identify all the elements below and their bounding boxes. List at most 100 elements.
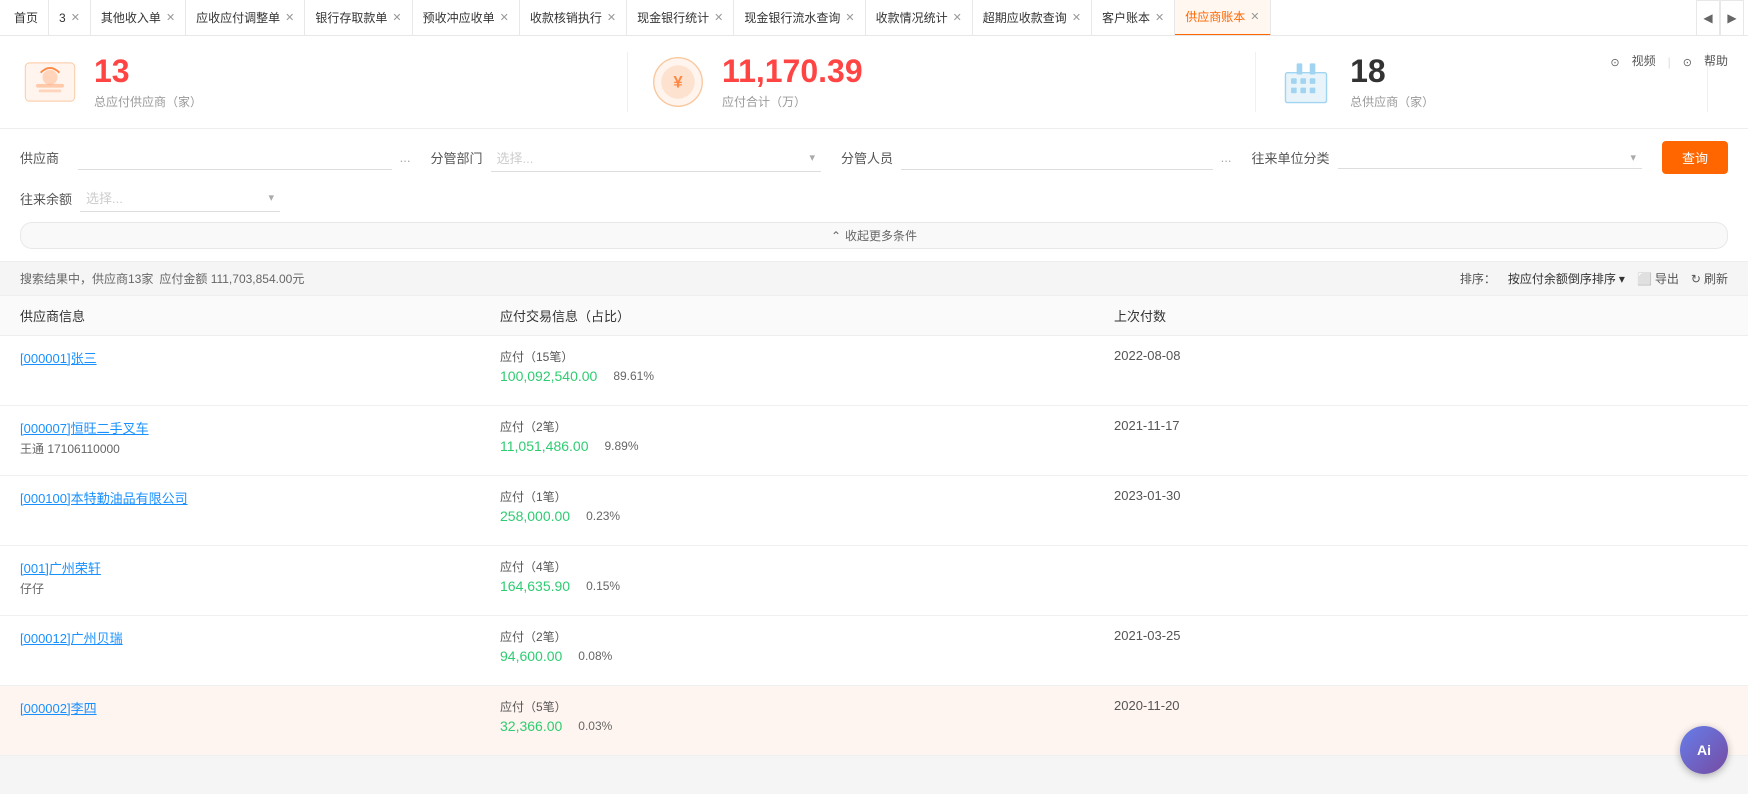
supplier-info-cell: [000012]广州贝瑞 — [20, 628, 500, 647]
table-row: [000001]张三 应付（15笔） 100,092,540.00 89.61%… — [0, 336, 1748, 406]
supplier-contact: 王通 17106110000 — [20, 440, 500, 457]
supplier-link[interactable]: [000002]李四 — [20, 701, 97, 716]
payable-supplier-count: 13 — [94, 54, 202, 89]
nav-tab-other-income[interactable]: 其他收入单 ✕ — [91, 0, 186, 36]
help-link[interactable]: 帮助 — [1704, 52, 1728, 69]
nav-tab-supplier-book[interactable]: 供应商账本 ✕ — [1175, 0, 1270, 36]
close-icon[interactable]: ✕ — [1155, 11, 1164, 24]
nav-tab-other-income-label: 其他收入单 — [101, 9, 161, 26]
supplier-table: 供应商信息 应付交易信息（占比） 上次付数 [000001]张三 应付（15笔）… — [0, 295, 1748, 756]
payable-total-label: 应付合计（万） — [722, 93, 863, 110]
nav-tab-3-label: 3 — [59, 11, 66, 25]
payable-total-amount: 11,170.39 — [722, 54, 863, 89]
supplier-link[interactable]: [000001]张三 — [20, 351, 97, 366]
nav-tab-payment-verify[interactable]: 收款核销执行 ✕ — [520, 0, 627, 36]
supplier-link[interactable]: [000100]本特勤油品有限公司 — [20, 491, 188, 506]
sort-label: 排序： — [1460, 270, 1496, 287]
close-icon[interactable]: ✕ — [500, 11, 509, 24]
nav-tab-bank-deposit[interactable]: 银行存取款单 ✕ — [305, 0, 412, 36]
nav-tab-cash-bank-stat-label: 现金银行统计 — [637, 9, 709, 26]
supplier-link[interactable]: [001]广州荣轩 — [20, 561, 101, 576]
nav-tab-collect-stat[interactable]: 收款情况统计 ✕ — [866, 0, 973, 36]
dept-select-placeholder: 选择... — [497, 148, 534, 167]
filter-row-1: 供应商 ... 分管部门 选择... ▾ 分管人员 ... 往来单位分类 ▾ — [20, 141, 1728, 174]
chevron-down-icon: ▾ — [809, 151, 815, 164]
supplier-link[interactable]: [000012]广州贝瑞 — [20, 631, 123, 646]
nav-tab-cash-bank-flow[interactable]: 现金银行流水查询 ✕ — [734, 0, 865, 36]
nav-next-button[interactable]: ▶ — [1720, 0, 1744, 36]
results-summary-text: 搜索结果中，供应商13家 — [20, 270, 153, 287]
ai-button[interactable]: Ai — [1680, 726, 1728, 774]
video-link[interactable]: 视频 — [1632, 52, 1656, 69]
person-input[interactable] — [901, 146, 1213, 170]
filter-row-2: 往来余额 选择... ▾ — [20, 184, 1728, 212]
trans-amount: 32,366.00 — [500, 718, 562, 734]
close-icon[interactable]: ✕ — [1250, 10, 1259, 23]
trans-row: 11,051,486.00 9.89% — [500, 438, 1114, 454]
dept-select[interactable]: 选择... ▾ — [491, 144, 821, 172]
trans-row: 32,366.00 0.03% — [500, 718, 1114, 734]
close-icon[interactable]: ✕ — [714, 11, 723, 24]
collapse-button-label: 收起更多条件 — [845, 227, 917, 244]
chevron-up-icon: ⌃ — [831, 229, 841, 243]
close-icon[interactable]: ✕ — [953, 11, 962, 24]
supplier-ellipsis-icon[interactable]: ... — [400, 150, 411, 165]
col-header-last-payment: 上次付数 — [1114, 306, 1728, 325]
play-icon: ⊙ — [1610, 56, 1619, 69]
results-bar: 搜索结果中，供应商13家 应付金额 111,703,854.00元 排序： 按应… — [0, 262, 1748, 295]
nav-tab-overdue[interactable]: 超期应收款查询 ✕ — [973, 0, 1092, 36]
chevron-down-icon: ▾ — [1619, 272, 1625, 286]
nav-tab-adjustment[interactable]: 应收应付调整单 ✕ — [186, 0, 305, 36]
export-icon: ⬜ — [1637, 272, 1652, 286]
trans-percent: 9.89% — [605, 439, 639, 453]
close-icon[interactable]: ✕ — [166, 11, 175, 24]
payable-supplier-label: 总应付供应商（家） — [94, 93, 202, 110]
trans-row: 258,000.00 0.23% — [500, 508, 1114, 524]
balance-filter-label: 往来余额 — [20, 189, 72, 208]
transaction-info-cell: 应付（15笔） 100,092,540.00 89.61% — [500, 348, 1114, 384]
trans-amount: 94,600.00 — [500, 648, 562, 664]
close-icon[interactable]: ✕ — [845, 11, 854, 24]
close-icon[interactable]: ✕ — [1072, 11, 1081, 24]
supplier-input[interactable] — [78, 146, 392, 170]
collapse-filter-button[interactable]: ⌃ 收起更多条件 — [20, 222, 1728, 249]
nav-tab-home[interactable]: 首页 — [4, 0, 49, 36]
close-icon[interactable]: ✕ — [392, 11, 401, 24]
nav-tab-home-label: 首页 — [14, 9, 38, 26]
trans-percent: 0.08% — [578, 649, 612, 663]
trans-percent: 89.61% — [613, 369, 654, 383]
export-button[interactable]: ⬜ 导出 — [1637, 270, 1679, 287]
table-row: [001]广州荣轩 仔仔 应付（4笔） 164,635.90 0.15% — [0, 546, 1748, 616]
close-icon[interactable]: ✕ — [71, 11, 80, 24]
chevron-down-icon: ▾ — [268, 191, 274, 204]
nav-tab-cash-bank-stat[interactable]: 现金银行统计 ✕ — [627, 0, 734, 36]
total-supplier-icon — [1276, 52, 1336, 112]
person-ellipsis-icon[interactable]: ... — [1221, 150, 1232, 165]
filter-balance: 往来余额 选择... ▾ — [20, 184, 280, 212]
nav-prev-button[interactable]: ◀ — [1696, 0, 1720, 36]
table-row: [000002]李四 应付（5笔） 32,366.00 0.03% 2020-1… — [0, 686, 1748, 756]
refresh-button[interactable]: ↻ 刷新 — [1691, 270, 1728, 287]
close-icon[interactable]: ✕ — [285, 11, 294, 24]
last-payment-date: 2022-08-08 — [1114, 348, 1181, 363]
payable-total-icon: ¥ — [648, 52, 708, 112]
trans-amount: 164,635.90 — [500, 578, 570, 594]
nav-tab-payment-verify-label: 收款核销执行 — [530, 9, 602, 26]
top-navigation: 首页 3 ✕ 其他收入单 ✕ 应收应付调整单 ✕ 银行存取款单 ✕ 预收冲应收单… — [0, 0, 1748, 36]
last-payment-cell: 2021-03-25 — [1114, 628, 1728, 643]
nav-tab-customer-book[interactable]: 客户账本 ✕ — [1092, 0, 1175, 36]
transaction-info-cell: 应付（4笔） 164,635.90 0.15% — [500, 558, 1114, 594]
query-button[interactable]: 查询 — [1662, 141, 1728, 174]
table-header: 供应商信息 应付交易信息（占比） 上次付数 — [0, 295, 1748, 336]
sort-select[interactable]: 按应付余额倒序排序 ▾ — [1508, 270, 1625, 287]
supplier-link[interactable]: [000007]恒旺二手叉车 — [20, 421, 149, 436]
transaction-info-cell: 应付（1笔） 258,000.00 0.23% — [500, 488, 1114, 524]
transaction-info-cell: 应付（2笔） 11,051,486.00 9.89% — [500, 418, 1114, 454]
nav-tab-3[interactable]: 3 ✕ — [49, 0, 91, 36]
balance-select-placeholder: 选择... — [86, 188, 123, 207]
last-payment-cell: 2020-11-20 — [1114, 698, 1728, 713]
category-select[interactable]: ▾ — [1338, 147, 1642, 169]
nav-tab-advance-collect[interactable]: 预收冲应收单 ✕ — [413, 0, 520, 36]
close-icon[interactable]: ✕ — [607, 11, 616, 24]
balance-select[interactable]: 选择... ▾ — [80, 184, 280, 212]
